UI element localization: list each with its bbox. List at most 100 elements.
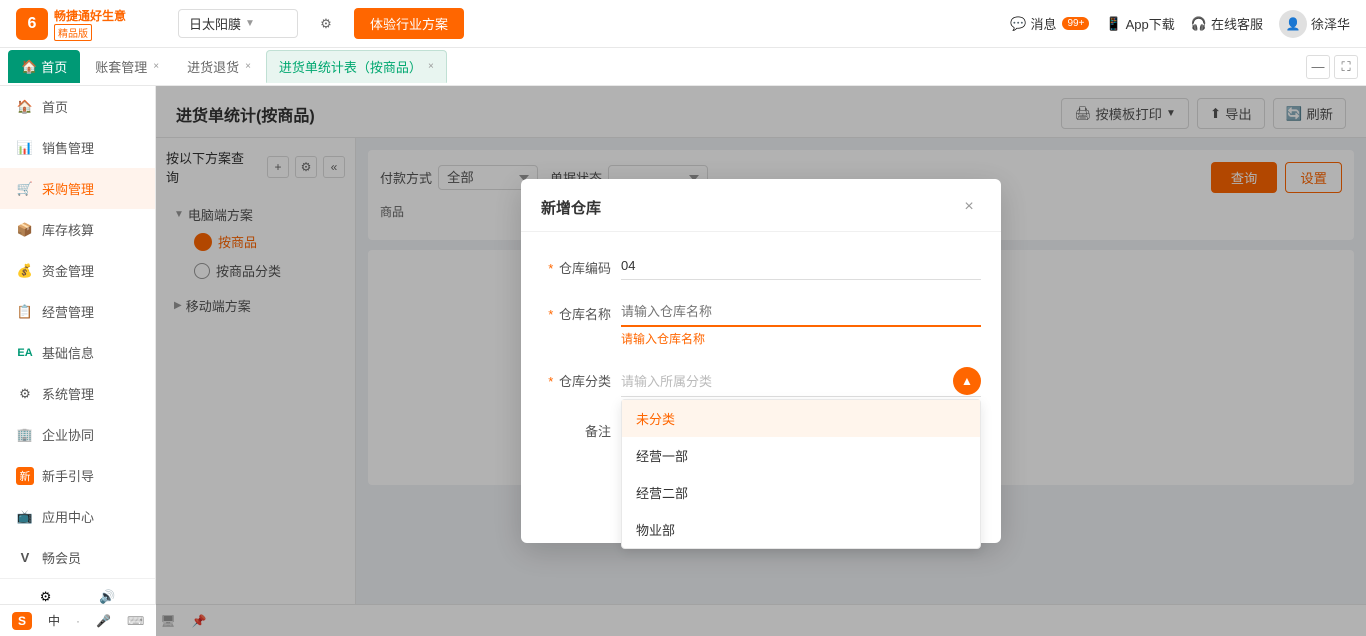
- operations-icon: 📋: [16, 303, 34, 321]
- online-service-item[interactable]: 🎧 在线客服: [1191, 14, 1263, 33]
- purchase-stats-tab-label: 进货单统计表（按商品）: [279, 57, 422, 76]
- sidebar-item-purchase[interactable]: 🛒 采购管理: [0, 168, 155, 209]
- message-icon: 💬: [1010, 16, 1026, 32]
- user-name: 徐泽华: [1311, 14, 1350, 33]
- sidebar-label-finance: 资金管理: [42, 261, 94, 280]
- sidebar-label-guide: 新手引导: [42, 466, 94, 485]
- name-label: * 仓库名称: [541, 298, 621, 323]
- tab-purchase-return[interactable]: 进货退货 ×: [174, 50, 264, 83]
- sidebar-item-system[interactable]: ⚙ 系统管理: [0, 373, 155, 414]
- sidebar-item-member[interactable]: V 畅会员: [0, 537, 155, 578]
- sidebar-label-enterprise: 企业协同: [42, 425, 94, 444]
- app-center-icon: 📺: [16, 508, 34, 526]
- modal-header: 新增仓库 ×: [521, 179, 1001, 232]
- tab-home[interactable]: 🏠 首页: [8, 50, 80, 83]
- logo-area: 6 畅捷通好生意 精品版: [16, 7, 166, 41]
- service-label: 在线客服: [1211, 14, 1263, 33]
- sidebar-item-app[interactable]: 📺 应用中心: [0, 496, 155, 537]
- tab-bar: 🏠 首页 账套管理 × 进货退货 × 进货单统计表（按商品） × — ⛶: [0, 48, 1366, 86]
- modal-close-button[interactable]: ×: [957, 195, 981, 219]
- account-tab-label: 账套管理: [95, 57, 147, 76]
- form-row-code: * 仓库编码: [541, 252, 981, 280]
- account-tab-close[interactable]: ×: [153, 61, 159, 72]
- top-header: 6 畅捷通好生意 精品版 日太阳膜 ▼ ⚙ 体验行业方案 💬 消息 99+ 📱 …: [0, 0, 1366, 48]
- home-tab-label: 首页: [41, 57, 67, 76]
- sidebar: 🏠 首页 📊 销售管理 🛒 采购管理 📦 库存核算 💰 资金管理 📋 经营管理 …: [0, 86, 156, 636]
- purchase-return-tab-label: 进货退货: [187, 57, 239, 76]
- sidebar-item-finance[interactable]: 💰 资金管理: [0, 250, 155, 291]
- sales-icon: 📊: [16, 139, 34, 157]
- app-icon: 📱: [1105, 16, 1121, 32]
- name-error-msg: 请输入仓库名称: [621, 330, 981, 347]
- logo-icon: 6: [16, 8, 48, 40]
- code-input[interactable]: [621, 252, 981, 280]
- sidebar-label-basic: 基础信息: [42, 343, 94, 362]
- dropdown-item-dept2[interactable]: 经营二部: [622, 474, 980, 511]
- form-row-category: * 仓库分类 请输入所属分类 ▲ 未分类 经营一部: [541, 365, 981, 397]
- sidebar-label-purchase: 采购管理: [42, 179, 94, 198]
- sidebar-item-home[interactable]: 🏠 首页: [0, 86, 155, 127]
- home-tab-icon: 🏠: [21, 59, 37, 75]
- form-row-name: * 仓库名称 请输入仓库名称: [541, 298, 981, 347]
- tab-purchase-stats[interactable]: 进货单统计表（按商品） ×: [266, 50, 447, 83]
- inventory-icon: 📦: [16, 221, 34, 239]
- enterprise-icon: 🏢: [16, 426, 34, 444]
- content-area: 进货单统计(按商品) 🖨 按模板打印 ▼ ⬆ 导出 🔄 刷新: [156, 86, 1366, 636]
- tab-minimize-btn[interactable]: —: [1306, 55, 1330, 79]
- category-arrow-up[interactable]: ▲: [953, 367, 981, 395]
- status-mic-icon[interactable]: 🎤: [96, 614, 111, 628]
- sidebar-item-basic[interactable]: EA 基础信息: [0, 332, 155, 373]
- notification-item[interactable]: 💬 消息 99+: [1010, 14, 1089, 33]
- sidebar-item-sales[interactable]: 📊 销售管理: [0, 127, 155, 168]
- sidebar-item-guide[interactable]: 新 新手引导: [0, 455, 155, 496]
- main-layout: 🏠 首页 📊 销售管理 🛒 采购管理 📦 库存核算 💰 资金管理 📋 经营管理 …: [0, 86, 1366, 636]
- sidebar-item-enterprise[interactable]: 🏢 企业协同: [0, 414, 155, 455]
- sidebar-label-system: 系统管理: [42, 384, 94, 403]
- sidebar-item-operations[interactable]: 📋 经营管理: [0, 291, 155, 332]
- purchase-return-tab-close[interactable]: ×: [245, 61, 251, 72]
- status-keyboard-icon[interactable]: ⌨: [127, 614, 144, 628]
- logo-badge: 精品版: [54, 24, 92, 41]
- modal-title: 新增仓库: [541, 197, 601, 218]
- sidebar-item-inventory[interactable]: 📦 库存核算: [0, 209, 155, 250]
- user-area[interactable]: 👤 徐泽华: [1279, 10, 1350, 38]
- sidebar-settings-icon[interactable]: ⚙: [40, 589, 52, 605]
- sidebar-label-home: 首页: [42, 97, 68, 116]
- sidebar-label-operations: 经营管理: [42, 302, 94, 321]
- category-dropdown: 未分类 经营一部 经营二部 物业部: [621, 399, 981, 549]
- category-placeholder: 请输入所属分类: [621, 371, 712, 390]
- app-download-item[interactable]: 📱 App下载: [1105, 14, 1174, 33]
- sidebar-label-member: 畅会员: [42, 548, 81, 567]
- home-icon: 🏠: [16, 98, 34, 116]
- store-name: 日太阳膜: [189, 14, 241, 33]
- purchase-icon: 🛒: [16, 180, 34, 198]
- note-label: 备注: [541, 415, 621, 440]
- header-right: 💬 消息 99+ 📱 App下载 🎧 在线客服 👤 徐泽华: [1010, 10, 1350, 38]
- tab-account[interactable]: 账套管理 ×: [82, 50, 172, 83]
- trial-button[interactable]: 体验行业方案: [354, 8, 464, 39]
- store-selector[interactable]: 日太阳膜 ▼: [178, 9, 298, 38]
- dropdown-item-dept1[interactable]: 经营一部: [622, 437, 980, 474]
- category-wrap: 请输入所属分类 ▲ 未分类 经营一部 经营二部 物业部: [621, 365, 981, 397]
- category-label: * 仓库分类: [541, 365, 621, 390]
- modal-overlay: 新增仓库 × * 仓库编码: [156, 86, 1366, 636]
- tab-expand-btn[interactable]: ⛶: [1334, 55, 1358, 79]
- dropdown-item-uncategorized[interactable]: 未分类: [622, 400, 980, 437]
- category-select[interactable]: 请输入所属分类 ▲: [621, 365, 981, 397]
- name-input[interactable]: [621, 298, 981, 327]
- notif-badge: 99+: [1062, 17, 1089, 30]
- app-label: App下载: [1126, 14, 1175, 33]
- tab-actions: — ⛶: [1306, 55, 1358, 79]
- sidebar-label-sales: 销售管理: [42, 138, 94, 157]
- basic-icon: EA: [16, 344, 34, 362]
- status-dot1: ·: [76, 614, 80, 628]
- status-logo: S: [12, 612, 32, 630]
- gear-button[interactable]: ⚙: [310, 8, 342, 40]
- headset-icon: 🎧: [1191, 16, 1207, 32]
- dropdown-item-property[interactable]: 物业部: [622, 511, 980, 548]
- member-icon: V: [16, 549, 34, 567]
- system-icon: ⚙: [16, 385, 34, 403]
- sidebar-label-inventory: 库存核算: [42, 220, 94, 239]
- sidebar-speaker-icon[interactable]: 🔊: [99, 589, 115, 605]
- purchase-stats-tab-close[interactable]: ×: [428, 61, 434, 72]
